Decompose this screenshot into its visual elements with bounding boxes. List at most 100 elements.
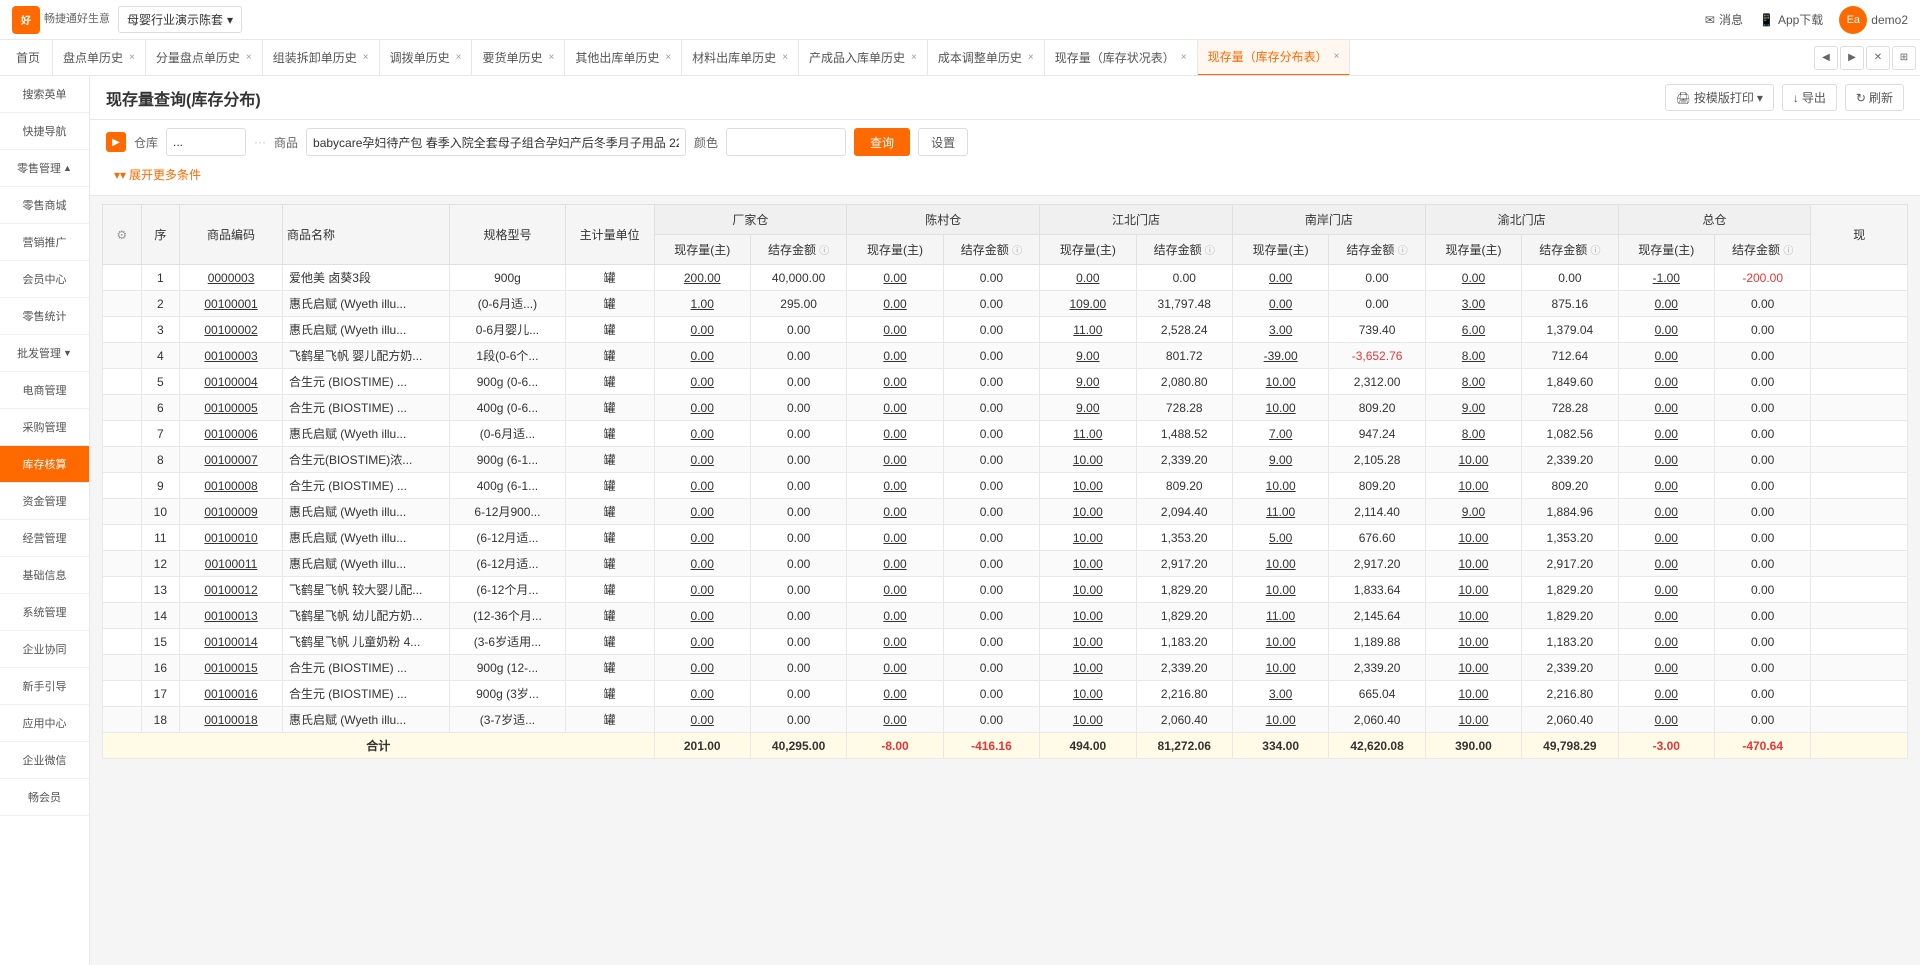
row-na-stock[interactable]: 10.00 <box>1232 395 1328 421</box>
row-total-stock[interactable]: 0.00 <box>1618 577 1714 603</box>
row-na-stock[interactable]: 10.00 <box>1232 369 1328 395</box>
row-yb-stock[interactable]: 3.00 <box>1425 291 1521 317</box>
row-chen-stock[interactable]: 0.00 <box>847 395 943 421</box>
row-code[interactable]: 00100001 <box>180 291 283 317</box>
tab-xiancunliang-status[interactable]: 现存量（库存状况表） × <box>1045 40 1198 76</box>
tab-yaohuo[interactable]: 要货单历史 × <box>472 40 565 76</box>
sidebar-item-sys-mgmt[interactable]: 系统管理 <box>0 594 89 631</box>
row-chen-stock[interactable]: 0.00 <box>847 317 943 343</box>
row-total-stock[interactable]: 0.00 <box>1618 655 1714 681</box>
tab-chengben-close[interactable]: × <box>1028 52 1034 63</box>
row-code[interactable]: 00100012 <box>180 577 283 603</box>
row-code[interactable]: 00100018 <box>180 707 283 733</box>
row-total-stock[interactable]: 0.00 <box>1618 447 1714 473</box>
row-jb-stock[interactable]: 11.00 <box>1040 421 1136 447</box>
product-input[interactable] <box>306 128 686 156</box>
query-btn[interactable]: 查询 <box>854 128 910 156</box>
row-total-stock[interactable]: 0.00 <box>1618 291 1714 317</box>
settings-btn[interactable]: 设置 <box>918 128 968 156</box>
row-total-stock[interactable]: 0.00 <box>1618 421 1714 447</box>
tab-pandian[interactable]: 盘点单历史 × <box>53 40 146 76</box>
tab-yaohuo-close[interactable]: × <box>548 52 554 63</box>
tab-cailiao-close[interactable]: × <box>782 52 788 63</box>
row-jb-stock[interactable]: 109.00 <box>1040 291 1136 317</box>
row-na-stock[interactable]: 0.00 <box>1232 265 1328 291</box>
message-btn[interactable]: ✉ 消息 <box>1705 11 1743 28</box>
tab-chanpin[interactable]: 产成品入库单历史 × <box>799 40 928 76</box>
row-jb-stock[interactable]: 10.00 <box>1040 447 1136 473</box>
app-download-btn[interactable]: 📱 App下载 <box>1759 11 1823 28</box>
row-fac-stock[interactable]: 0.00 <box>654 421 750 447</box>
tab-zuzhuang-close[interactable]: × <box>363 52 369 63</box>
expand-conditions-btn[interactable]: ▾▾ 展开更多条件 <box>106 162 209 187</box>
row-total-stock[interactable]: -1.00 <box>1618 265 1714 291</box>
row-chen-stock[interactable]: 0.00 <box>847 265 943 291</box>
tab-chanpin-close[interactable]: × <box>911 52 917 63</box>
row-na-stock[interactable]: 3.00 <box>1232 681 1328 707</box>
row-na-stock[interactable]: 3.00 <box>1232 317 1328 343</box>
row-yb-stock[interactable]: 10.00 <box>1425 603 1521 629</box>
info-icon-na[interactable]: ⓘ <box>1398 246 1408 257</box>
tab-diaobao[interactable]: 调拨单历史 × <box>380 40 473 76</box>
sidebar-item-finance[interactable]: 资金管理 <box>0 483 89 520</box>
sidebar-item-retail-stats[interactable]: 零售统计 <box>0 298 89 335</box>
row-jb-stock[interactable]: 10.00 <box>1040 629 1136 655</box>
sidebar-item-operation[interactable]: 经营管理 <box>0 520 89 557</box>
industry-selector[interactable]: 母婴行业演示陈套 ▾ <box>118 6 242 33</box>
row-total-stock[interactable]: 0.00 <box>1618 395 1714 421</box>
info-icon-fac[interactable]: ⓘ <box>819 246 829 257</box>
row-code[interactable]: 00100016 <box>180 681 283 707</box>
row-chen-stock[interactable]: 0.00 <box>847 629 943 655</box>
row-na-stock[interactable]: 0.00 <box>1232 291 1328 317</box>
row-fac-stock[interactable]: 0.00 <box>654 499 750 525</box>
row-chen-stock[interactable]: 0.00 <box>847 577 943 603</box>
sidebar-item-wechat[interactable]: 企业微信 <box>0 742 89 779</box>
row-jb-stock[interactable]: 9.00 <box>1040 343 1136 369</box>
row-code[interactable]: 00100007 <box>180 447 283 473</box>
row-na-stock[interactable]: 10.00 <box>1232 707 1328 733</box>
row-jb-stock[interactable]: 10.00 <box>1040 577 1136 603</box>
sidebar-item-basic-info[interactable]: 基础信息 <box>0 557 89 594</box>
row-fac-stock[interactable]: 200.00 <box>654 265 750 291</box>
row-chen-stock[interactable]: 0.00 <box>847 551 943 577</box>
row-fac-stock[interactable]: 0.00 <box>654 343 750 369</box>
row-total-stock[interactable]: 0.00 <box>1618 317 1714 343</box>
table-container[interactable]: ⚙ 序 商品编码 商品名称 规格型号 主计量单位 厂家仓 陈村仓 江北门店 南岸… <box>90 196 1920 965</box>
row-jb-stock[interactable]: 11.00 <box>1040 317 1136 343</box>
row-code[interactable]: 00100006 <box>180 421 283 447</box>
row-chen-stock[interactable]: 0.00 <box>847 655 943 681</box>
row-chen-stock[interactable]: 0.00 <box>847 603 943 629</box>
row-chen-stock[interactable]: 0.00 <box>847 421 943 447</box>
row-code[interactable]: 00100005 <box>180 395 283 421</box>
row-total-stock[interactable]: 0.00 <box>1618 707 1714 733</box>
tab-chengben[interactable]: 成本调整单历史 × <box>928 40 1045 76</box>
row-yb-stock[interactable]: 10.00 <box>1425 577 1521 603</box>
row-yb-stock[interactable]: 10.00 <box>1425 447 1521 473</box>
row-na-stock[interactable]: 10.00 <box>1232 551 1328 577</box>
row-total-stock[interactable]: 0.00 <box>1618 369 1714 395</box>
row-jb-stock[interactable]: 10.00 <box>1040 499 1136 525</box>
row-fac-stock[interactable]: 0.00 <box>654 369 750 395</box>
tab-prev-btn[interactable]: ◀ <box>1814 46 1838 70</box>
row-na-stock[interactable]: 11.00 <box>1232 603 1328 629</box>
tab-qita[interactable]: 其他出库单历史 × <box>565 40 682 76</box>
sidebar-item-purchase[interactable]: 采购管理 <box>0 409 89 446</box>
info-icon-total[interactable]: ⓘ <box>1783 246 1793 257</box>
sidebar-item-newbie[interactable]: 新手引导 <box>0 668 89 705</box>
sidebar-item-nav[interactable]: 快捷导航 <box>0 113 89 150</box>
row-fac-stock[interactable]: 0.00 <box>654 551 750 577</box>
row-na-stock[interactable]: 5.00 <box>1232 525 1328 551</box>
row-fac-stock[interactable]: 0.00 <box>654 473 750 499</box>
row-yb-stock[interactable]: 10.00 <box>1425 707 1521 733</box>
sidebar-item-member[interactable]: 会员中心 <box>0 261 89 298</box>
row-jb-stock[interactable]: 9.00 <box>1040 395 1136 421</box>
tab-cailiao[interactable]: 材料出库单历史 × <box>682 40 799 76</box>
row-yb-stock[interactable]: 9.00 <box>1425 395 1521 421</box>
row-chen-stock[interactable]: 0.00 <box>847 447 943 473</box>
row-total-stock[interactable]: 0.00 <box>1618 603 1714 629</box>
row-fac-stock[interactable]: 0.00 <box>654 525 750 551</box>
row-fac-stock[interactable]: 0.00 <box>654 577 750 603</box>
tab-next-btn[interactable]: ▶ <box>1840 46 1864 70</box>
row-yb-stock[interactable]: 10.00 <box>1425 525 1521 551</box>
row-fac-stock[interactable]: 0.00 <box>654 447 750 473</box>
